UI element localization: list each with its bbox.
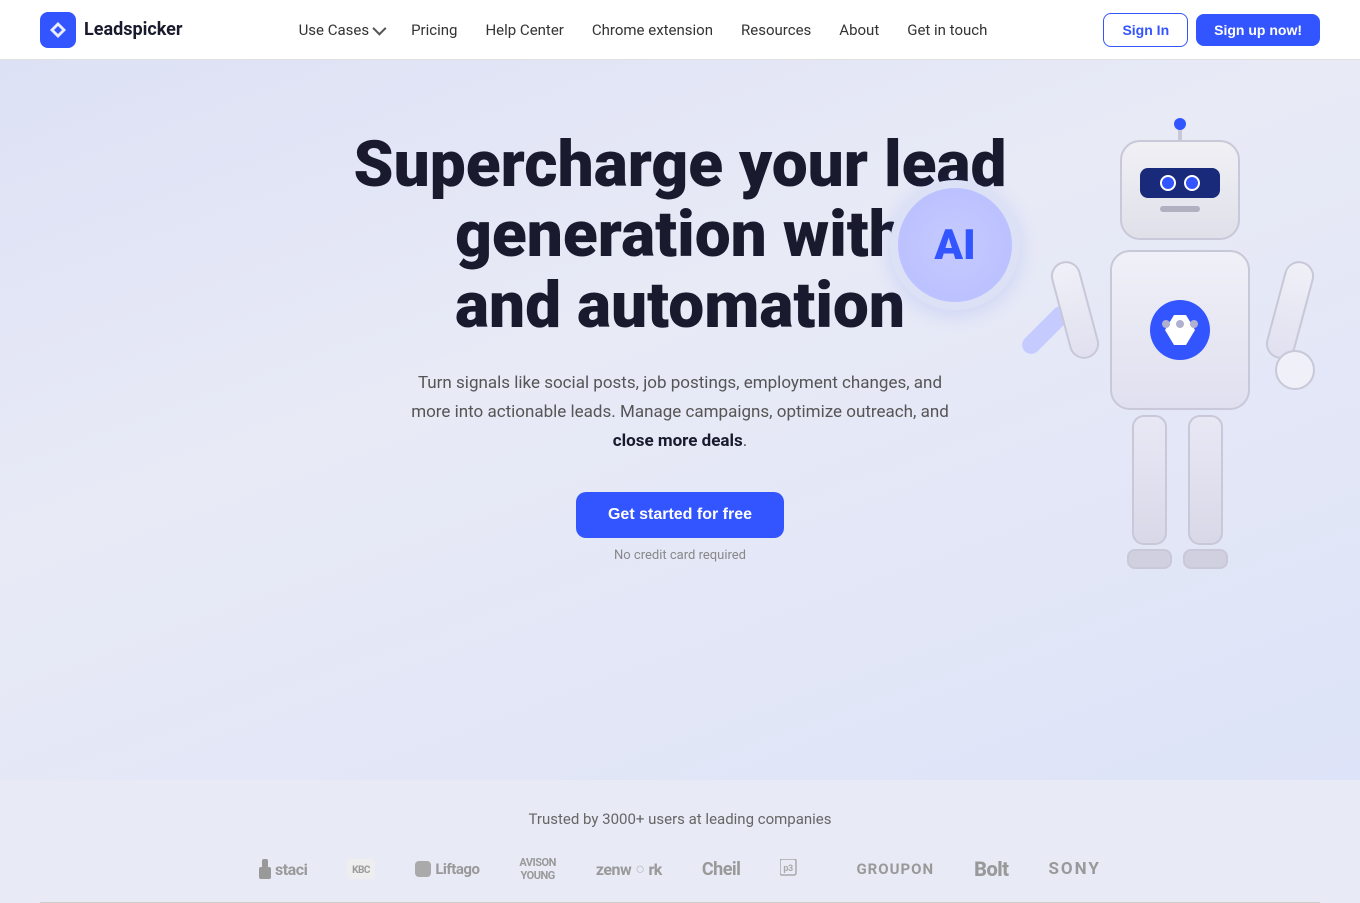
nav-chrome-extension[interactable]: Chrome extension	[580, 15, 725, 45]
logo-groupon: GROUPON	[856, 860, 934, 878]
robot-body	[1110, 250, 1250, 410]
no-credit-text: No credit card required	[614, 548, 746, 563]
nav-pricing[interactable]: Pricing	[399, 15, 469, 45]
trusted-logos: staci KBC Liftago AVISONYOUNG zenw○rk Ch…	[40, 856, 1320, 882]
robot-visor	[1140, 168, 1220, 198]
cta-button[interactable]: Get started for free	[576, 492, 784, 538]
logo-icon	[40, 12, 76, 48]
nav-use-cases[interactable]: Use Cases	[287, 15, 396, 45]
nav-actions: Sign In Sign up now!	[1103, 13, 1320, 47]
signin-button[interactable]: Sign In	[1103, 13, 1188, 47]
nav-get-in-touch[interactable]: Get in touch	[895, 15, 999, 45]
robot-leg-left	[1132, 415, 1172, 569]
hero-section: AI	[0, 60, 1360, 780]
robot-dot-2	[1176, 320, 1184, 328]
logo-zenwork: zenw○rk	[596, 859, 662, 879]
robot-head	[1120, 140, 1240, 240]
chevron-down-icon	[372, 21, 386, 35]
robot-logo	[1150, 300, 1210, 360]
navbar: Leadspicker Use Cases Pricing Help Cente…	[0, 0, 1360, 60]
logo-p3: p3	[780, 859, 816, 879]
robot-mouth	[1160, 206, 1200, 212]
trusted-section: Trusted by 3000+ users at leading compan…	[0, 780, 1360, 902]
robot-arm-left	[1048, 258, 1103, 362]
svg-text:KBC: KBC	[352, 865, 371, 876]
logo-text: Leadspicker	[84, 19, 183, 40]
robot-leg-right	[1188, 415, 1228, 569]
logo-kbc: KBC	[347, 859, 375, 879]
logo-link[interactable]: Leadspicker	[40, 12, 183, 48]
svg-text:p3: p3	[784, 864, 794, 874]
logo-bolt: Bolt	[974, 857, 1008, 881]
robot-arm-right	[1263, 258, 1318, 362]
trusted-text: Trusted by 3000+ users at leading compan…	[40, 810, 1320, 828]
nav-help-center[interactable]: Help Center	[473, 15, 575, 45]
robot-hand-right	[1275, 350, 1315, 390]
ai-badge: AI	[890, 180, 1020, 310]
robot-detail	[1162, 320, 1198, 328]
logo-avison: AVISONYOUNG	[519, 856, 555, 882]
hero-subtitle: Turn signals like social posts, job post…	[410, 369, 950, 456]
logo-sony: SONY	[1048, 859, 1100, 879]
robot-legs	[1132, 415, 1228, 569]
nav-resources[interactable]: Resources	[729, 15, 823, 45]
robot-dot-1	[1162, 320, 1170, 328]
nav-links: Use Cases Pricing Help Center Chrome ext…	[287, 15, 1000, 45]
robot-dot-3	[1190, 320, 1198, 328]
signup-button[interactable]: Sign up now!	[1196, 14, 1320, 46]
logo-staci: staci	[259, 859, 307, 879]
logo-liftago: Liftago	[415, 860, 479, 878]
robot-eye-right	[1184, 175, 1200, 191]
robot-eye-left	[1160, 175, 1176, 191]
nav-about[interactable]: About	[827, 15, 891, 45]
logo-cheil: Cheil	[702, 859, 741, 880]
robot-illustration	[1040, 120, 1320, 720]
